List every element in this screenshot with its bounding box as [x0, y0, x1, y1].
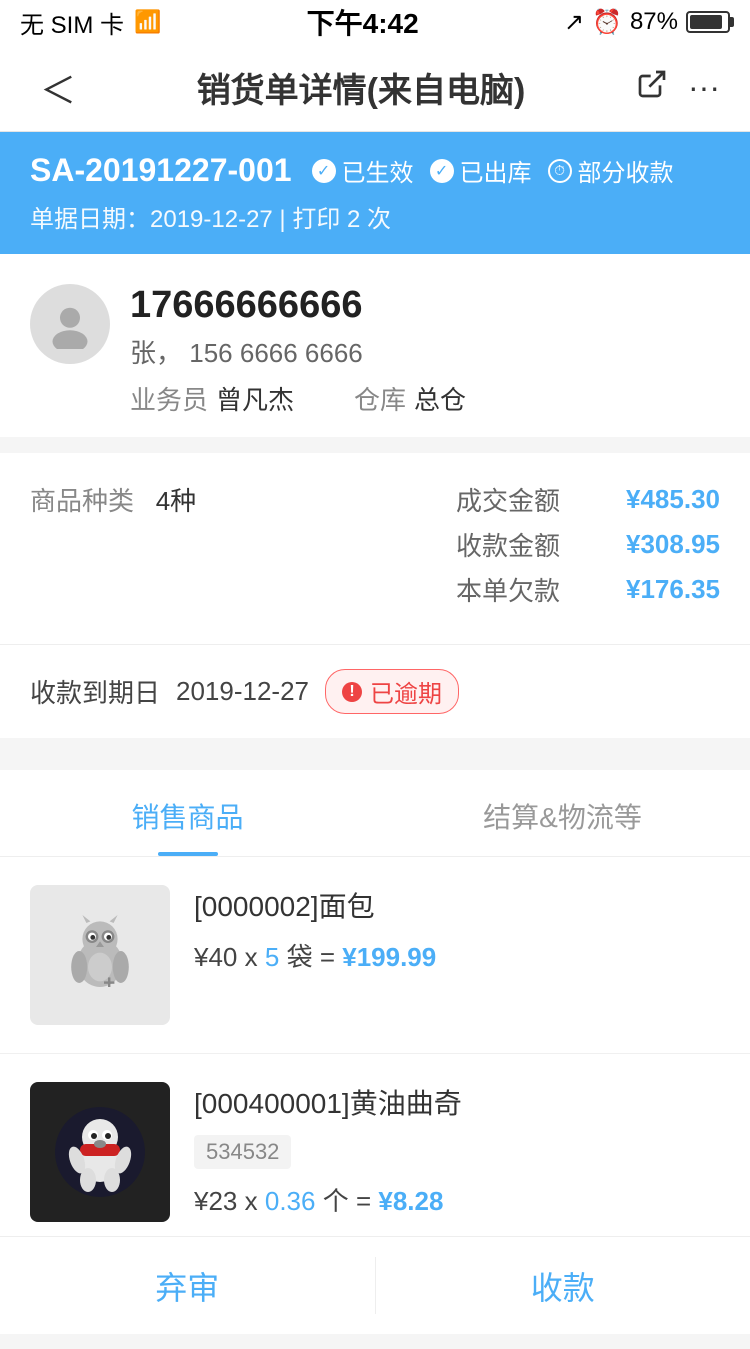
product-info-1: [0000002]面包 ¥40 x 5 袋 = ¥199.99 [194, 885, 720, 974]
share-icon[interactable] [636, 68, 668, 108]
product-types-value: 4种 [156, 486, 196, 516]
battery-percent: 87% [630, 8, 678, 36]
warehouse-name: 总仓 [414, 380, 466, 417]
deal-amount-row: 成交金额 ¥485.30 [456, 481, 720, 518]
deal-amount-value: ¥485.30 [580, 484, 720, 515]
received-amount-label: 收款金额 [456, 526, 560, 563]
nav-actions: ··· [636, 68, 720, 108]
product-image-1 [30, 885, 170, 1025]
product-item: [0000002]面包 ¥40 x 5 袋 = ¥199.99 [0, 857, 750, 1054]
due-section: 收款到期日 2019-12-27 ! 已逾期 [0, 645, 750, 738]
status-shipped: ✓ 已出库 [430, 153, 532, 188]
received-amount-value: ¥308.95 [580, 529, 720, 560]
divider-1 [0, 437, 750, 453]
status-badges: ✓ 已生效 ✓ 已出库 ⏱ 部分收款 [312, 153, 674, 188]
salesperson-name: 曾凡杰 [216, 380, 294, 417]
summary-left: 商品种类 4种 [30, 481, 196, 522]
order-date: 单据日期：2019-12-27 | 打印 2 次 [30, 199, 720, 234]
customer-info: 17666666666 张， 156 6666 6666 业务员 曾凡杰 仓库 … [130, 284, 720, 417]
qty-2: 0.36 [265, 1186, 316, 1216]
warehouse-item: 仓库 总仓 [354, 380, 466, 417]
qty-1: 5 [265, 942, 279, 972]
battery-icon [686, 11, 730, 33]
due-label: 收款到期日 [30, 673, 160, 710]
due-date: 2019-12-27 [176, 676, 309, 707]
nav-bar: ＜ 销货单详情(来自电脑) ··· [0, 44, 750, 132]
overdue-badge: ! 已逾期 [325, 669, 459, 714]
status-bar: 无 SIM 卡 📶 下午4:42 ↗ ⏰ 87% [0, 0, 750, 44]
tabs: 销售商品 结算&物流等 [0, 770, 750, 857]
page-title: 销货单详情(来自电脑) [197, 63, 526, 112]
status-effective: ✓ 已生效 [312, 153, 414, 188]
bottom-bar: 弃审 收款 [0, 1236, 750, 1334]
total-2: ¥8.28 [378, 1186, 443, 1216]
received-amount-row: 收款金额 ¥308.95 [456, 526, 720, 563]
tabs-container: 销售商品 结算&物流等 [0, 770, 750, 857]
order-header-banner: SA-20191227-001 ✓ 已生效 ✓ 已出库 ⏱ 部分收款 单据日期：… [0, 132, 750, 254]
deal-amount-label: 成交金额 [456, 481, 560, 518]
tab-settlement[interactable]: 结算&物流等 [375, 770, 750, 856]
product-name-1: [0000002]面包 [194, 885, 720, 925]
clock-icon: ⏱ [548, 159, 572, 183]
back-button[interactable]: ＜ [30, 52, 86, 124]
customer-meta: 业务员 曾凡杰 仓库 总仓 [130, 380, 720, 417]
location-icon: ↗ [564, 8, 584, 37]
overdue-dot-icon: ! [342, 682, 362, 702]
alarm-icon: ⏰ [592, 8, 622, 37]
customer-section: 17666666666 张， 156 6666 6666 业务员 曾凡杰 仓库 … [0, 254, 750, 437]
wifi-icon: 📶 [134, 9, 161, 35]
product-price-2: ¥23 x 0.36 个 = ¥8.28 [194, 1181, 720, 1218]
tab-products[interactable]: 销售商品 [0, 770, 375, 856]
status-right: ↗ ⏰ 87% [564, 8, 730, 37]
summary-right: 成交金额 ¥485.30 收款金额 ¥308.95 本单欠款 ¥176.35 [456, 481, 720, 616]
product-name-2: [000400001]黄油曲奇 [194, 1082, 720, 1122]
cancel-button[interactable]: 弃审 [0, 1237, 375, 1334]
order-id: SA-20191227-001 [30, 152, 292, 189]
product-list: [0000002]面包 ¥40 x 5 袋 = ¥199.99 [0, 857, 750, 1251]
product-item-2: [000400001]黄油曲奇 534532 ¥23 x 0.36 个 = ¥8… [0, 1054, 750, 1251]
product-types-item: 商品种类 4种 [30, 481, 196, 518]
customer-avatar [30, 284, 110, 364]
salesperson-label: 业务员 [130, 380, 208, 417]
check-icon-2: ✓ [430, 159, 454, 183]
divider-2 [0, 738, 750, 754]
product-price-1: ¥40 x 5 袋 = ¥199.99 [194, 937, 720, 974]
customer-phone: 张， 156 6666 6666 [130, 333, 720, 370]
confirm-button[interactable]: 收款 [376, 1237, 750, 1334]
time-display: 下午4:42 [307, 2, 419, 42]
carrier-text: 无 SIM 卡 [20, 5, 124, 40]
total-1: ¥199.99 [342, 942, 436, 972]
product-image-2 [30, 1082, 170, 1222]
customer-id: 17666666666 [130, 284, 720, 327]
debt-amount-value: ¥176.35 [580, 574, 720, 605]
debt-amount-row: 本单欠款 ¥176.35 [456, 571, 720, 608]
product-info-2: [000400001]黄油曲奇 534532 ¥23 x 0.36 个 = ¥8… [194, 1082, 720, 1218]
status-left: 无 SIM 卡 📶 [20, 5, 161, 40]
debt-amount-label: 本单欠款 [456, 571, 560, 608]
more-icon[interactable]: ··· [688, 69, 720, 106]
warehouse-label: 仓库 [354, 380, 406, 417]
salesperson-item: 业务员 曾凡杰 [130, 380, 294, 417]
status-partial-payment: ⏱ 部分收款 [548, 153, 674, 188]
overdue-text: 已逾期 [370, 674, 442, 709]
product-types-label: 商品种类 [30, 486, 134, 516]
check-icon-1: ✓ [312, 159, 336, 183]
summary-section: 商品种类 4种 成交金额 ¥485.30 收款金额 ¥308.95 本单欠款 ¥… [0, 453, 750, 644]
product-sku-2: 534532 [194, 1135, 291, 1169]
